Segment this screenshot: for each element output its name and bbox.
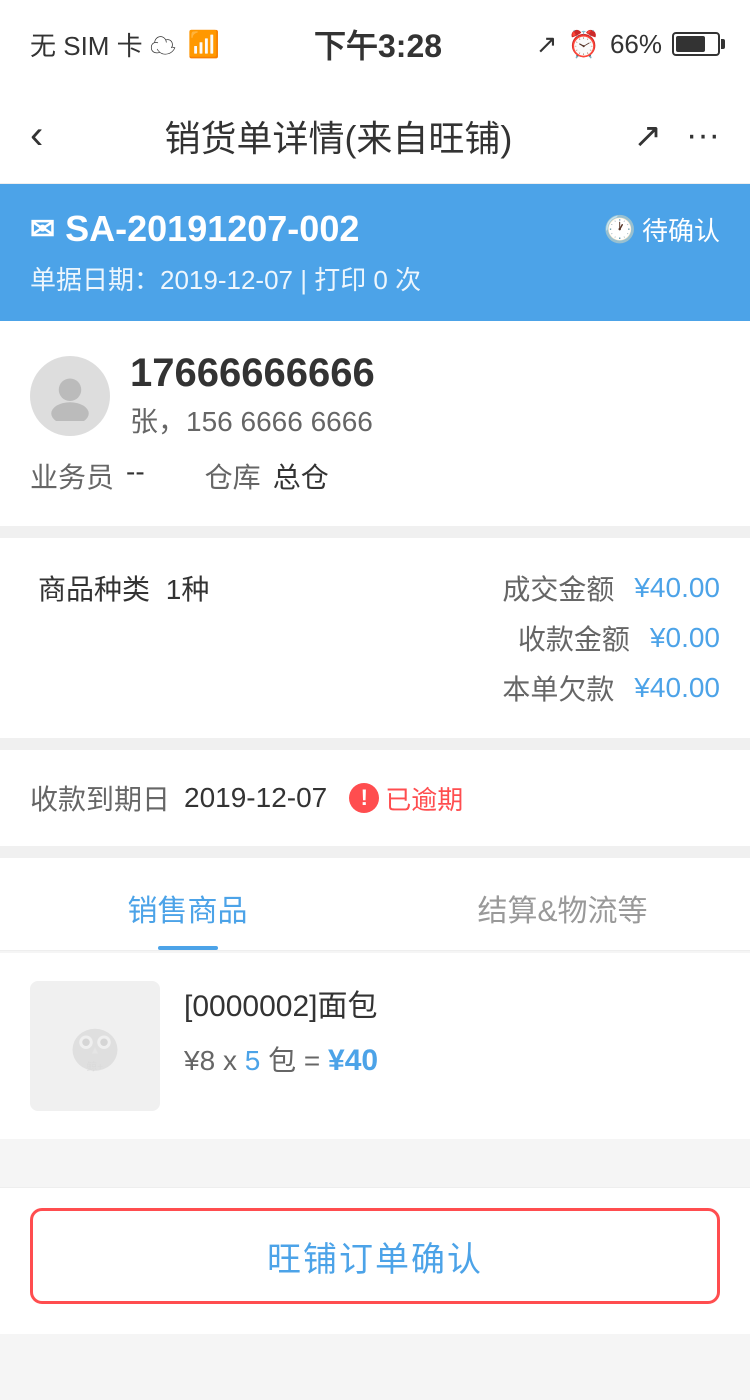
customer-info: 17666666666 张，156 6666 6666 [130, 351, 375, 440]
price-multiply: x [223, 1045, 245, 1076]
order-id-text: SA-20191207-002 [65, 208, 359, 250]
order-date: 单据日期：2019-12-07 | 打印 0 次 [30, 260, 720, 297]
page-title: 销货单详情(来自旺铺) [164, 110, 512, 162]
battery-icon [672, 32, 720, 56]
product-total: ¥40 [328, 1044, 378, 1077]
location-icon: ↗ [536, 29, 558, 60]
deal-amount-value: ¥40.00 [634, 572, 720, 604]
received-label: 收款金额 [518, 618, 630, 658]
owed-value: ¥40.00 [634, 672, 720, 704]
customer-name: 张，156 6666 6666 [130, 400, 375, 440]
battery-text: 66% [610, 29, 662, 60]
customer-phone: 17666666666 [130, 351, 375, 396]
due-date-section: 收款到期日 2019-12-07 ! 已逾期 [0, 750, 750, 858]
customer-section: 17666666666 张，156 6666 6666 业务员 -- 仓库 总仓 [0, 321, 750, 538]
tab-products[interactable]: 销售商品 [0, 858, 375, 950]
product-section: 鲸+ [0000002]面包 ¥8 x 5 包 = ¥40 [0, 953, 750, 1140]
product-kind-label: 商品种类 [38, 574, 150, 605]
tabs-row: 销售商品 结算&物流等 [0, 858, 750, 950]
status-clock-icon: 🕐 [604, 214, 636, 245]
order-banner: ✉ SA-20191207-002 🕐 待确认 单据日期：2019-12-07 … [0, 184, 750, 321]
owed-amount-row: 本单欠款 ¥40.00 [502, 668, 720, 708]
status-time: 下午3:28 [314, 21, 442, 67]
tabs-section: 销售商品 结算&物流等 [0, 858, 750, 951]
order-status-text: 待确认 [642, 211, 720, 248]
confirm-button[interactable]: 旺铺订单确认 [30, 1208, 720, 1304]
product-image: 鲸+ [30, 981, 160, 1111]
wifi-icon: 📶 [188, 29, 220, 60]
no-sim-text: 无 SIM 卡 ☁ [30, 26, 176, 63]
tab-settlement-label: 结算&物流等 [477, 895, 647, 928]
status-left: 无 SIM 卡 ☁ 📶 [30, 26, 220, 63]
more-icon[interactable]: ··· [686, 116, 720, 155]
salesperson-value: -- [126, 456, 145, 496]
nav-right-actions: ↗ ··· [634, 116, 720, 156]
product-item: 鲸+ [0000002]面包 ¥8 x 5 包 = ¥40 [0, 953, 750, 1140]
status-bar: 无 SIM 卡 ☁ 📶 下午3:28 ↗ ⏰ 66% [0, 0, 750, 88]
customer-meta: 业务员 -- 仓库 总仓 [30, 456, 720, 496]
tab-settlement[interactable]: 结算&物流等 [375, 858, 750, 950]
summary-right: 成交金额 ¥40.00 收款金额 ¥0.00 本单欠款 ¥40.00 [502, 568, 720, 708]
product-qty: 5 [245, 1045, 261, 1076]
product-unit: 包 [268, 1045, 296, 1076]
due-date-value: 2019-12-07 [184, 782, 327, 814]
received-amount-row: 收款金额 ¥0.00 [518, 618, 720, 658]
status-right: ↗ ⏰ 66% [536, 29, 720, 60]
summary-section: 商品种类 1种 成交金额 ¥40.00 收款金额 ¥0.00 本单欠款 ¥40.… [0, 538, 750, 750]
tab-products-label: 销售商品 [128, 895, 248, 928]
overdue-badge: ! 已逾期 [349, 780, 463, 817]
order-status: 🕐 待确认 [604, 211, 720, 248]
product-price-row: ¥8 x 5 包 = ¥40 [184, 1039, 720, 1079]
back-button[interactable]: ‹ [30, 113, 43, 158]
order-banner-top: ✉ SA-20191207-002 🕐 待确认 [30, 208, 720, 250]
product-kind-item: 商品种类 1种 [30, 568, 209, 608]
product-name: [0000002]面包 [184, 981, 720, 1025]
salesperson-label: 业务员 [30, 456, 114, 496]
warehouse-label: 仓库 [205, 456, 261, 496]
bottom-bar: 旺铺订单确认 [0, 1187, 750, 1334]
price-equals: = [304, 1045, 328, 1076]
customer-top: 17666666666 张，156 6666 6666 [30, 351, 720, 440]
share-icon[interactable]: ↗ [634, 116, 663, 156]
deal-amount-label: 成交金额 [502, 568, 614, 608]
salesperson-item: 业务员 -- [30, 456, 145, 496]
summary-left: 商品种类 1种 [30, 568, 209, 608]
nav-bar: ‹ 销货单详情(来自旺铺) ↗ ··· [0, 88, 750, 184]
product-price: ¥8 [184, 1045, 215, 1076]
order-id: ✉ SA-20191207-002 [30, 208, 359, 250]
overdue-icon: ! [349, 783, 379, 813]
product-thumbnail: 鲸+ [55, 1016, 135, 1076]
warehouse-value: 总仓 [273, 456, 329, 496]
svg-text:鲸+: 鲸+ [87, 1060, 104, 1073]
deal-amount-row: 成交金额 ¥40.00 [502, 568, 720, 608]
alarm-icon: ⏰ [568, 29, 600, 60]
due-date-label: 收款到期日 [30, 778, 170, 818]
product-kind-value: 1种 [166, 574, 210, 605]
received-value: ¥0.00 [650, 622, 720, 654]
customer-avatar [30, 356, 110, 436]
owed-label: 本单欠款 [502, 668, 614, 708]
order-icon: ✉ [30, 212, 55, 247]
warehouse-item: 仓库 总仓 [205, 456, 329, 496]
overdue-text: 已逾期 [385, 780, 463, 817]
product-info: [0000002]面包 ¥8 x 5 包 = ¥40 [184, 981, 720, 1079]
